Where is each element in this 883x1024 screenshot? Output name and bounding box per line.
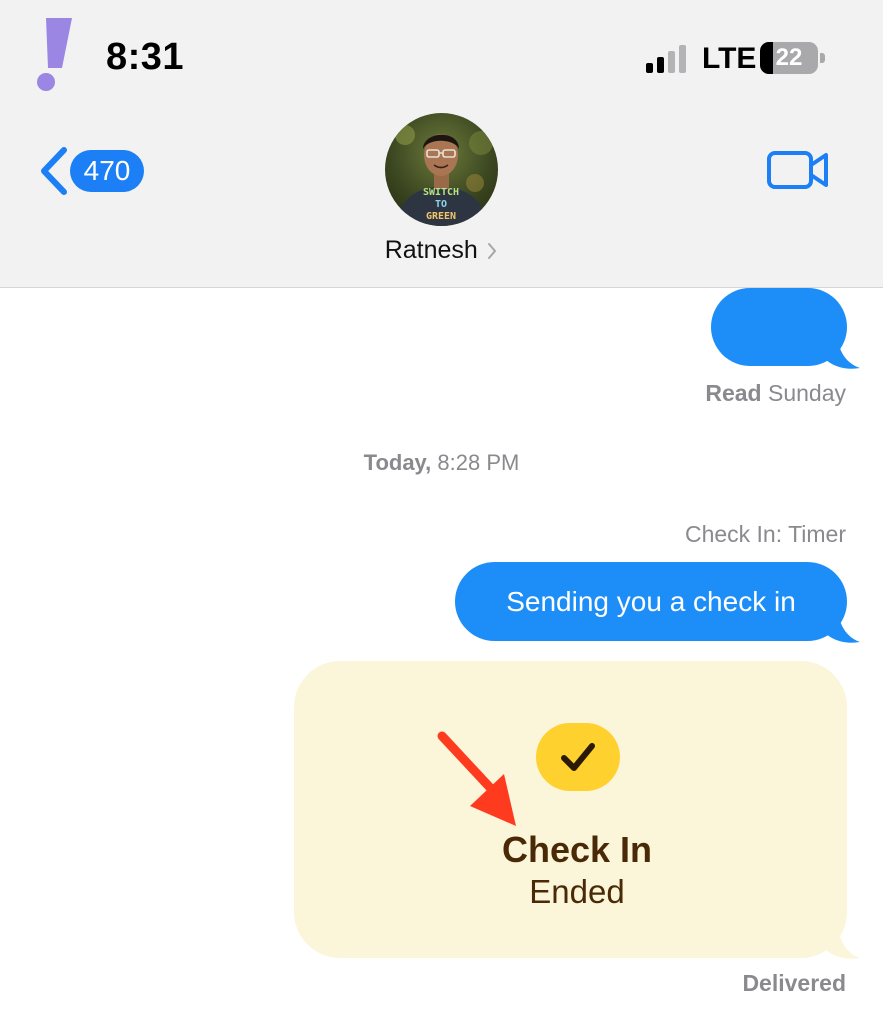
timestamp-day: Today, [363,450,432,475]
checkin-timer-label: Check In: Timer [684,521,846,547]
checkin-card[interactable]: Check In Ended [294,661,847,958]
exclamation-icon [37,18,72,91]
delivered-status: Delivered [742,970,846,996]
battery-icon: 22 [760,42,826,74]
contact-photo: SWITCH TO GREEN [385,113,498,226]
check-badge [536,723,620,791]
messages-screen: 8:31 LTE 22 470 SWITCH TO GREEN Ratnesh … [0,0,883,1024]
back-button[interactable]: 470 [36,146,146,196]
conversation-timestamp: Today, 8:28 PM [0,450,883,476]
conversation-header: 8:31 LTE 22 470 SWITCH TO GREEN Ratnesh [0,0,883,288]
avatar[interactable]: SWITCH TO GREEN [385,113,498,226]
checkmark-icon [561,743,595,771]
bubble-tail [826,340,860,369]
read-receipt: Read Sunday [705,380,846,407]
card-tail [826,928,860,959]
read-day: Sunday [767,380,846,406]
svg-text:SWITCH: SWITCH [423,187,459,198]
checkin-card-title: Check In [501,829,653,870]
unread-count-badge: 470 [70,150,144,192]
message-bubble-sent[interactable]: Sending you a check in [455,562,847,641]
svg-text:TO: TO [435,199,447,210]
chevron-right-icon [488,242,497,259]
read-status: Read [705,380,762,406]
chevron-left-icon [41,147,67,195]
svg-text:GREEN: GREEN [426,211,456,222]
contact-name: Ratnesh [384,236,478,264]
checkin-card-status: Ended [529,873,625,910]
timestamp-time: 8:28 PM [437,450,520,475]
video-camera-icon[interactable] [766,148,830,192]
battery-level: 22 [775,44,803,71]
cellular-signal-icon [646,45,686,73]
bubble-tail [826,612,860,643]
status-time: 8:31 [106,36,185,78]
network-type: LTE [702,42,757,75]
red-arrow-icon [437,731,516,826]
contact-name-button[interactable]: Ratnesh [0,236,883,270]
